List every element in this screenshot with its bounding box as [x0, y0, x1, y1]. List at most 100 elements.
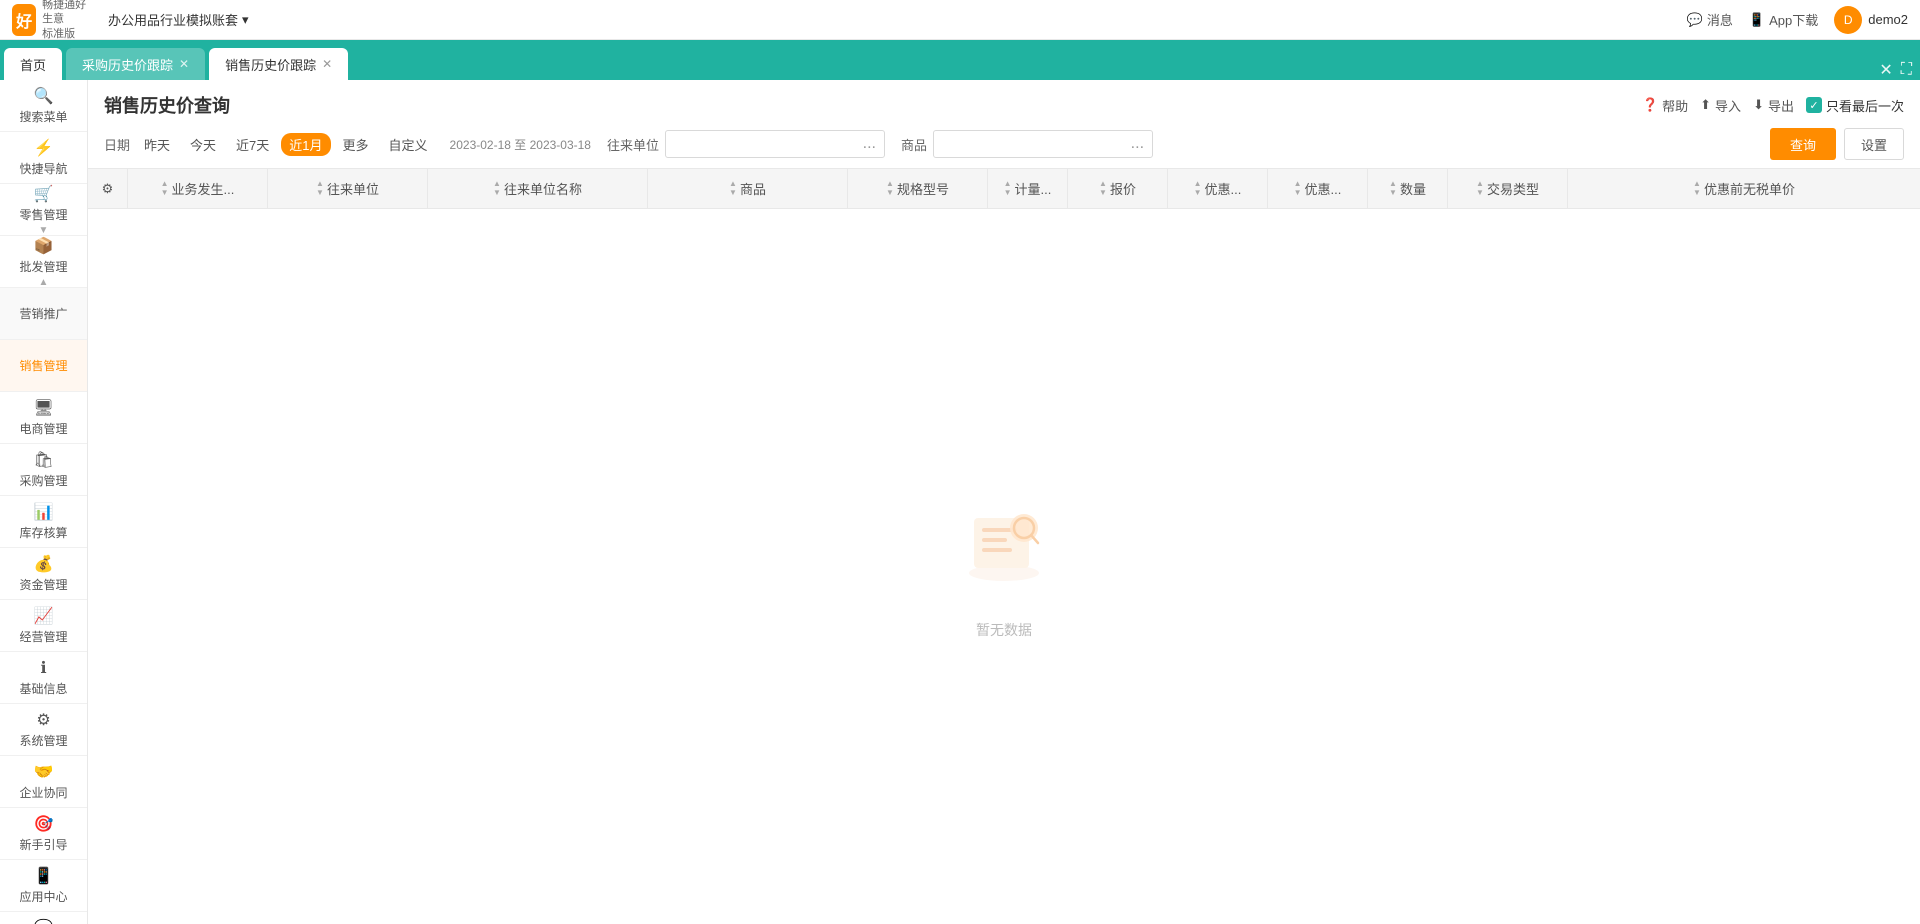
shopping-icon: 🛍 — [33, 450, 53, 470]
date-option-today[interactable]: 今天 — [182, 133, 224, 156]
sidebar-item-newbie-guide[interactable]: 🎯 新手引导 — [0, 808, 87, 860]
product-filter-label: 商品 — [901, 135, 927, 154]
export-button[interactable]: ⬇ 导出 — [1753, 96, 1794, 115]
sidebar: 🔍 搜索菜单 ⚡ 快捷导航 🛒 零售管理 ▼ 📦 批发管理 ▲ 营销推广 销售管… — [0, 80, 88, 924]
sidebar-item-operations-mgmt[interactable]: 📈 经营管理 — [0, 600, 87, 652]
sidebar-item-sales-mgmt[interactable]: 销售管理 — [0, 340, 87, 392]
sidebar-item-retail-mgmt[interactable]: 🛒 零售管理 ▼ — [0, 184, 87, 236]
date-range-display: 2023-02-18 至 2023-03-18 — [450, 136, 591, 153]
main-layout: 🔍 搜索菜单 ⚡ 快捷导航 🛒 零售管理 ▼ 📦 批发管理 ▲ 营销推广 销售管… — [0, 80, 1920, 924]
message-icon: 💬 — [1687, 12, 1703, 28]
mobile-icon: 📱 — [34, 866, 54, 886]
th-qty[interactable]: ▲ ▼ 数量 — [1368, 169, 1448, 208]
sidebar-item-basic-info[interactable]: ℹ 基础信息 — [0, 652, 87, 704]
sidebar-item-enterprise-wechat[interactable]: 💬 企业微信 — [0, 912, 87, 924]
tab-home[interactable]: 首页 — [4, 48, 62, 80]
sidebar-item-purchase-mgmt[interactable]: 🛍 采购管理 — [0, 444, 87, 496]
checkbox-icon: ✓ — [1806, 97, 1822, 113]
settings-button[interactable]: 设置 — [1844, 128, 1904, 160]
product-input[interactable]: ... — [933, 130, 1153, 158]
sort-arrows-discount1: ▲ ▼ — [1194, 180, 1202, 197]
monitor-icon: 🖥 — [33, 398, 53, 418]
tab-bar: 首页 采购历史价跟踪 ✕ 销售历史价跟踪 ✕ ✕ ⛶ — [0, 40, 1920, 80]
th-bizdate[interactable]: ▲ ▼ 业务发生... — [128, 169, 268, 208]
table-body: 暂无数据 — [88, 209, 1920, 924]
th-trade-type[interactable]: ▲ ▼ 交易类型 — [1448, 169, 1568, 208]
th-discount2[interactable]: ▲ ▼ 优惠... — [1268, 169, 1368, 208]
sort-arrows-unit: ▲ ▼ — [1004, 180, 1012, 197]
chevron-down-icon: ▾ — [242, 12, 249, 28]
th-spec[interactable]: ▲ ▼ 规格型号 — [848, 169, 988, 208]
empty-icon — [954, 493, 1054, 612]
th-discount1[interactable]: ▲ ▼ 优惠... — [1168, 169, 1268, 208]
date-option-1month[interactable]: 近1月 — [281, 133, 330, 156]
sort-arrows-partner-id: ▲ ▼ — [316, 180, 324, 197]
sidebar-item-enterprise-collab[interactable]: 🤝 企业协同 — [0, 756, 87, 808]
close-tab-purchase-history[interactable]: ✕ — [179, 57, 189, 71]
sidebar-item-capital-mgmt[interactable]: 💰 资金管理 — [0, 548, 87, 600]
empty-illustration: 暂无数据 — [954, 493, 1054, 640]
th-partner-name[interactable]: ▲ ▼ 往来单位名称 — [428, 169, 648, 208]
th-unit[interactable]: ▲ ▼ 计量... — [988, 169, 1068, 208]
only-last-checkbox[interactable]: ✓ 只看最后一次 — [1806, 96, 1904, 115]
date-option-custom[interactable]: 自定义 — [381, 133, 436, 156]
sort-arrows-product: ▲ ▼ — [729, 180, 737, 197]
date-option-more[interactable]: 更多 — [335, 133, 377, 156]
product-ellipsis: ... — [1131, 135, 1144, 153]
th-gear[interactable]: ⚙ — [88, 169, 128, 208]
th-price[interactable]: ▲ ▼ 报价 — [1068, 169, 1168, 208]
tab-purchase-history[interactable]: 采购历史价跟踪 ✕ — [66, 48, 205, 80]
sort-arrows-pretax-price: ▲ ▼ — [1693, 180, 1701, 197]
sidebar-item-ecommerce-mgmt[interactable]: 🖥 电商管理 — [0, 392, 87, 444]
th-partner-id[interactable]: ▲ ▼ 往来单位 — [268, 169, 428, 208]
tab-bar-actions: ✕ ⛶ — [1879, 60, 1920, 80]
app-download-action[interactable]: 📱 App下载 — [1749, 10, 1818, 29]
sidebar-item-app-center[interactable]: 📱 应用中心 — [0, 860, 87, 912]
top-bar: 好 畅捷通好生意 标准版 办公用品行业模拟账套 ▾ 💬 消息 📱 App下载 D… — [0, 0, 1920, 40]
filter-area: 日期 昨天 今天 近7天 近1月 更多 自定义 2023-02-18 至 202… — [104, 128, 1904, 160]
product-filter-group: 商品 ... — [901, 130, 1153, 158]
target-icon: 🎯 — [34, 814, 54, 834]
table-container: ⚙ ▲ ▼ 业务发生... ▲ ▼ 往来单位 — [88, 169, 1920, 924]
chat-icon: 💬 — [34, 918, 54, 924]
import-button[interactable]: ⬆ 导入 — [1700, 96, 1741, 115]
date-option-7days[interactable]: 近7天 — [228, 133, 277, 156]
top-bar-right: 💬 消息 📱 App下载 D demo2 — [1687, 6, 1908, 34]
close-tab-sales-history[interactable]: ✕ — [322, 57, 332, 71]
download-icon: 📱 — [1749, 12, 1765, 28]
handshake-icon: 🤝 — [34, 762, 54, 782]
maximize-button[interactable]: ⛶ — [1901, 61, 1912, 79]
info-icon: ℹ — [40, 658, 46, 678]
logo-icon: 好 — [12, 4, 36, 36]
message-action[interactable]: 💬 消息 — [1687, 10, 1733, 29]
sidebar-item-search-menu[interactable]: 🔍 搜索菜单 — [0, 80, 87, 132]
page-header: 销售历史价查询 ❓ 帮助 ⬆ 导入 ⬇ 导出 ✓ — [88, 80, 1920, 169]
trending-icon: 📈 — [34, 606, 54, 626]
sidebar-item-inventory[interactable]: 📊 库存核算 — [0, 496, 87, 548]
close-all-tabs-button[interactable]: ✕ — [1879, 60, 1892, 80]
top-bar-left: 好 畅捷通好生意 标准版 办公用品行业模拟账套 ▾ — [12, 0, 249, 41]
date-option-yesterday[interactable]: 昨天 — [136, 133, 178, 156]
user-area[interactable]: D demo2 — [1834, 6, 1908, 34]
partner-input[interactable]: ... — [665, 130, 885, 158]
sort-arrows-discount2: ▲ ▼ — [1294, 180, 1302, 197]
content-area: 销售历史价查询 ❓ 帮助 ⬆ 导入 ⬇ 导出 ✓ — [88, 80, 1920, 924]
sidebar-item-shortcut-nav[interactable]: ⚡ 快捷导航 — [0, 132, 87, 184]
sort-arrows-bizdate: ▲ ▼ — [161, 180, 169, 197]
help-button[interactable]: ❓ 帮助 — [1642, 96, 1688, 115]
money-icon: 💰 — [34, 554, 54, 574]
th-pretax-price[interactable]: ▲ ▼ 优惠前无税单价 — [1568, 169, 1920, 208]
sidebar-item-marketing[interactable]: 营销推广 — [0, 288, 87, 340]
app-selector[interactable]: 办公用品行业模拟账套 ▾ — [108, 10, 249, 29]
filter-buttons: 查询 设置 — [1770, 128, 1904, 160]
query-button[interactable]: 查询 — [1770, 128, 1836, 160]
page-header-top: 销售历史价查询 ❓ 帮助 ⬆ 导入 ⬇ 导出 ✓ — [104, 92, 1904, 118]
sidebar-item-system-mgmt[interactable]: ⚙ 系统管理 — [0, 704, 87, 756]
th-product[interactable]: ▲ ▼ 商品 — [648, 169, 848, 208]
box-icon: 📦 — [34, 236, 54, 256]
settings-gear-icon[interactable]: ⚙ — [102, 181, 114, 197]
tab-sales-history[interactable]: 销售历史价跟踪 ✕ — [209, 48, 348, 80]
sidebar-item-wholesale-mgmt[interactable]: 📦 批发管理 ▲ — [0, 236, 87, 288]
date-options: 昨天 今天 近7天 近1月 更多 自定义 — [136, 133, 436, 156]
export-icon: ⬇ — [1753, 97, 1764, 113]
